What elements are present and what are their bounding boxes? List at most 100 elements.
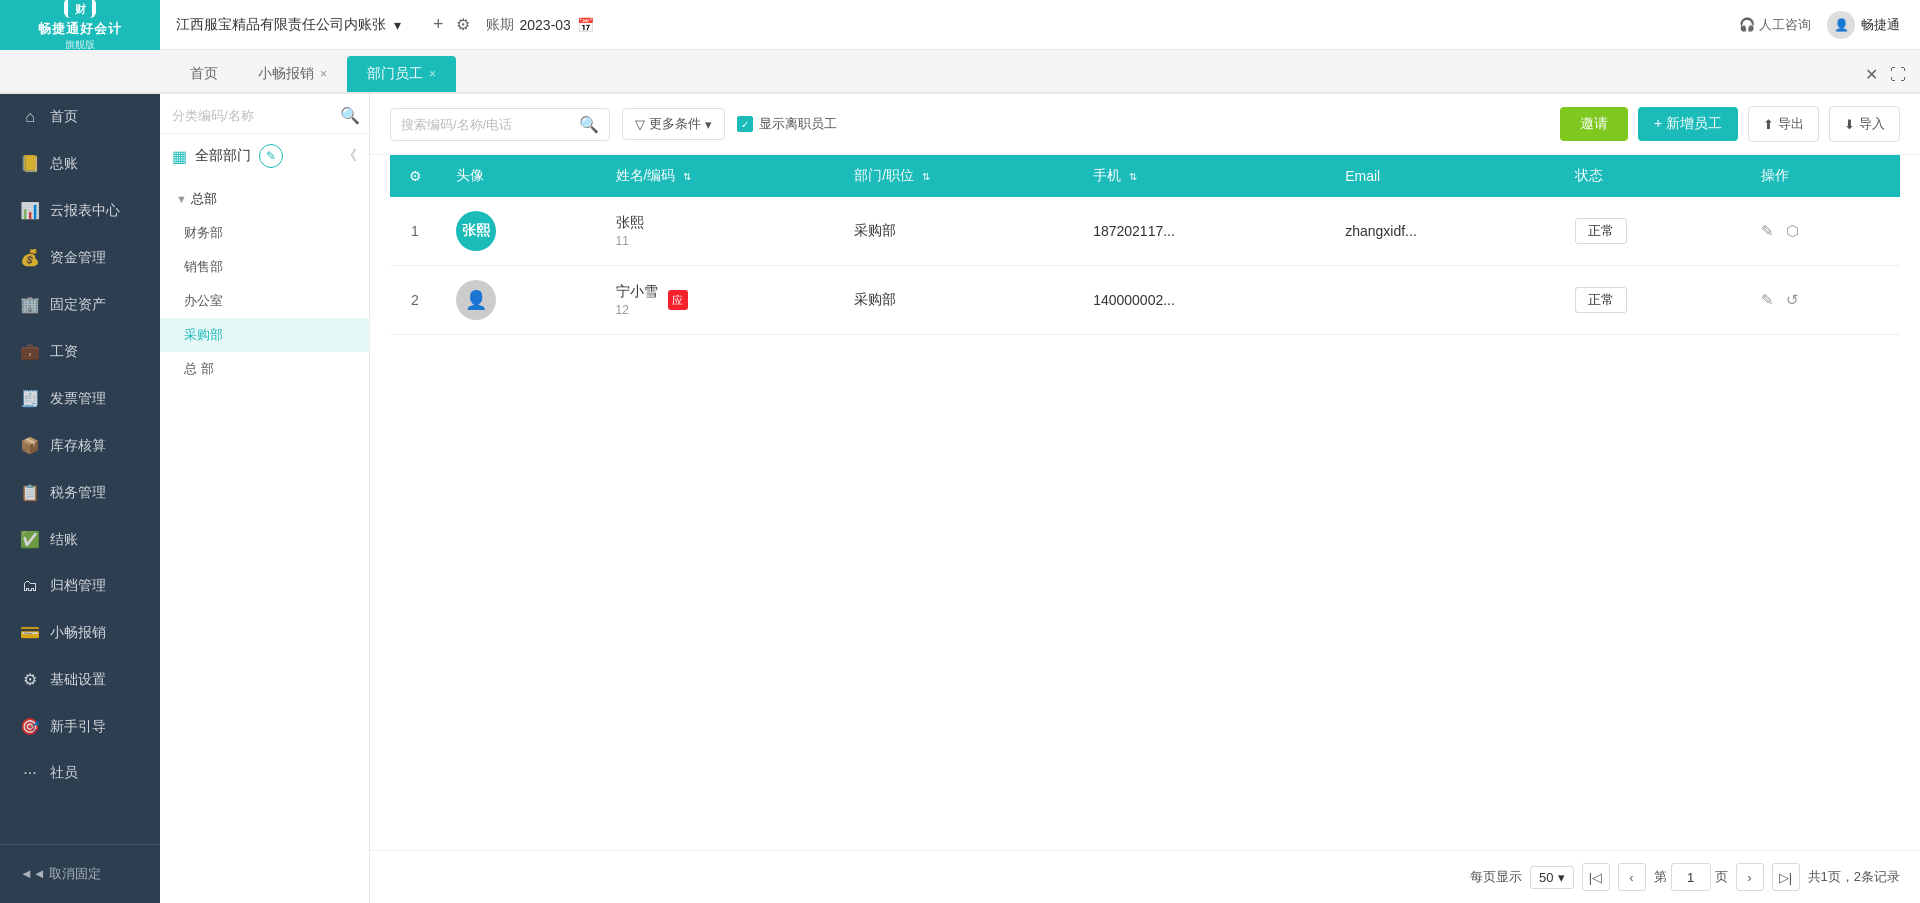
th-settings[interactable]: ⚙ [390,155,440,197]
show-left-employees-toggle[interactable]: ✓ 显示离职员工 [737,115,837,133]
action-buttons: ✎ ↺ [1761,291,1884,309]
tab-close-all[interactable]: ✕ [1863,63,1880,86]
dept-tree-item-finance[interactable]: 财务部 [160,216,369,250]
sidebar-item-inventory[interactable]: 📦 库存核算 [0,422,160,469]
invoice-icon: 🧾 [20,389,40,408]
sidebar-item-invoice[interactable]: 🧾 发票管理 [0,375,160,422]
employee-code: 12 [616,303,658,317]
dept-tree-item-purchase[interactable]: 采购部 [160,318,369,352]
dept-tree-item-sales[interactable]: 销售部 [160,250,369,284]
guide-icon: 🎯 [20,717,40,736]
app-title: 畅捷通好会计 [38,20,122,38]
edit-icon[interactable]: ✎ [1761,291,1774,309]
user-name: 畅捷通 [1861,16,1900,34]
last-page-button[interactable]: ▷| [1772,863,1800,891]
add-employee-button[interactable]: + 新增员工 [1638,107,1738,141]
filter-label: 更多条件 [649,115,701,133]
sidebar-item-settings[interactable]: ⚙ 基础设置 [0,656,160,703]
sidebar-item-expense[interactable]: 💳 小畅报销 [0,609,160,656]
import-button[interactable]: ⬇ 导入 [1829,106,1900,142]
tab-employees[interactable]: 部门员工 × [347,56,456,92]
tab-home[interactable]: 首页 [170,56,238,92]
dept-all-label: 全部部门 [195,147,251,165]
dept-all-header[interactable]: ▦ 全部部门 ✎ 《 [160,134,369,178]
dept-edit-button[interactable]: ✎ [259,144,283,168]
avatar-circle: 张熙 [456,211,496,251]
dept-tree-item-general[interactable]: 总 部 [160,352,369,386]
sidebar-item-more[interactable]: ··· 社员 [0,750,160,796]
dept-search-icon[interactable]: 🔍 [340,106,360,125]
home-icon: ⌂ [20,108,40,126]
dept-tree-parent-head[interactable]: ▼ 总部 [160,182,369,216]
first-page-button[interactable]: |◁ [1582,863,1610,891]
tab-expense[interactable]: 小畅报销 × [238,56,347,92]
more-icon: ··· [20,764,40,782]
th-status: 状态 [1559,155,1745,197]
sidebar-item-tax[interactable]: 📋 税务管理 [0,469,160,516]
sidebar-item-archive[interactable]: 🗂 归档管理 [0,563,160,609]
tab-expense-close[interactable]: × [320,67,327,81]
show-left-label: 显示离职员工 [759,115,837,133]
employee-name: 宁小雪 [616,283,658,301]
svg-text:财: 财 [74,3,87,15]
company-selector[interactable]: 江西服宝精品有限责任公司内账张 ▾ [160,16,417,34]
sidebar-label-salary: 工资 [50,343,78,361]
tab-bar: 首页 小畅报销 × 部门员工 × ✕ ⛶ [0,50,1920,94]
reports-icon: 📊 [20,201,40,220]
sidebar-item-guide[interactable]: 🎯 新手引导 [0,703,160,750]
service-button[interactable]: 🎧 人工咨询 [1739,16,1811,34]
filter-button[interactable]: ▽ 更多条件 ▾ [622,108,725,140]
sidebar-label-expense: 小畅报销 [50,624,106,642]
settings-button[interactable]: ⚙ [456,15,470,34]
employee-search-icon[interactable]: 🔍 [579,115,599,134]
tab-bar-actions: ✕ ⛶ [1851,63,1920,92]
dept-panel: 🔍 ▦ 全部部门 ✎ 《 ▼ 总部 财务部 [160,94,370,903]
tab-employees-close[interactable]: × [429,67,436,81]
unpin-button[interactable]: ◄◄ 取消固定 [0,855,160,893]
sidebar-item-reports[interactable]: 📊 云报表中心 [0,187,160,234]
th-mobile[interactable]: 手机 ⇅ [1077,155,1329,197]
dept-tree-item-office[interactable]: 办公室 [160,284,369,318]
general-icon: 📒 [20,154,40,173]
sidebar-item-checkout[interactable]: ✅ 结账 [0,516,160,563]
sort-icon-name: ⇅ [683,171,691,182]
sort-icon-mobile: ⇅ [1129,171,1137,182]
checkout-icon: ✅ [20,530,40,549]
expense-icon: 💳 [20,623,40,642]
sidebar-label-home: 首页 [50,108,78,126]
period-label: 账期 [486,16,514,34]
th-dept[interactable]: 部门/职位 ⇅ [838,155,1077,197]
sidebar-item-general[interactable]: 📒 总账 [0,140,160,187]
page-content: 🔍 ▦ 全部部门 ✎ 《 ▼ 总部 财务部 [160,94,1920,903]
logout-icon[interactable]: ⬡ [1786,222,1799,240]
add-button[interactable]: + [433,14,444,35]
dept-search-input[interactable] [172,108,340,123]
refresh-icon[interactable]: ↺ [1786,291,1799,309]
th-name[interactable]: 姓名/编码 ⇅ [600,155,839,197]
row-mobile: 140000002... [1077,266,1329,335]
sidebar-item-funds[interactable]: 💰 资金管理 [0,234,160,281]
prev-page-button[interactable]: ‹ [1618,863,1646,891]
sidebar-label-invoice: 发票管理 [50,390,106,408]
sidebar-item-home[interactable]: ⌂ 首页 [0,94,160,140]
export-button[interactable]: ⬆ 导出 [1748,106,1819,142]
sort-icon-dept: ⇅ [922,171,930,182]
user-area[interactable]: 👤 畅捷通 [1827,11,1900,39]
dept-collapse-button[interactable]: 《 [343,147,357,165]
header-actions: + ⚙ [417,14,486,35]
th-email: Email [1329,155,1559,197]
tab-expand[interactable]: ⛶ [1888,64,1908,86]
page-number-input[interactable] [1671,863,1711,891]
invite-button[interactable]: 邀请 [1560,107,1628,141]
dept-grid-icon: ▦ [172,147,187,166]
logo-icon: 财 [64,0,96,18]
next-page-button[interactable]: › [1736,863,1764,891]
sidebar-item-assets[interactable]: 🏢 固定资产 [0,281,160,328]
edit-icon[interactable]: ✎ [1761,222,1774,240]
page-label-before: 第 [1654,868,1667,886]
employee-search-input[interactable] [401,117,573,132]
per-page-select[interactable]: 50 ▾ [1530,866,1573,889]
sidebar-item-salary[interactable]: 💼 工资 [0,328,160,375]
calendar-icon[interactable]: 📅 [577,17,594,33]
filter-icon: ▽ [635,117,645,132]
